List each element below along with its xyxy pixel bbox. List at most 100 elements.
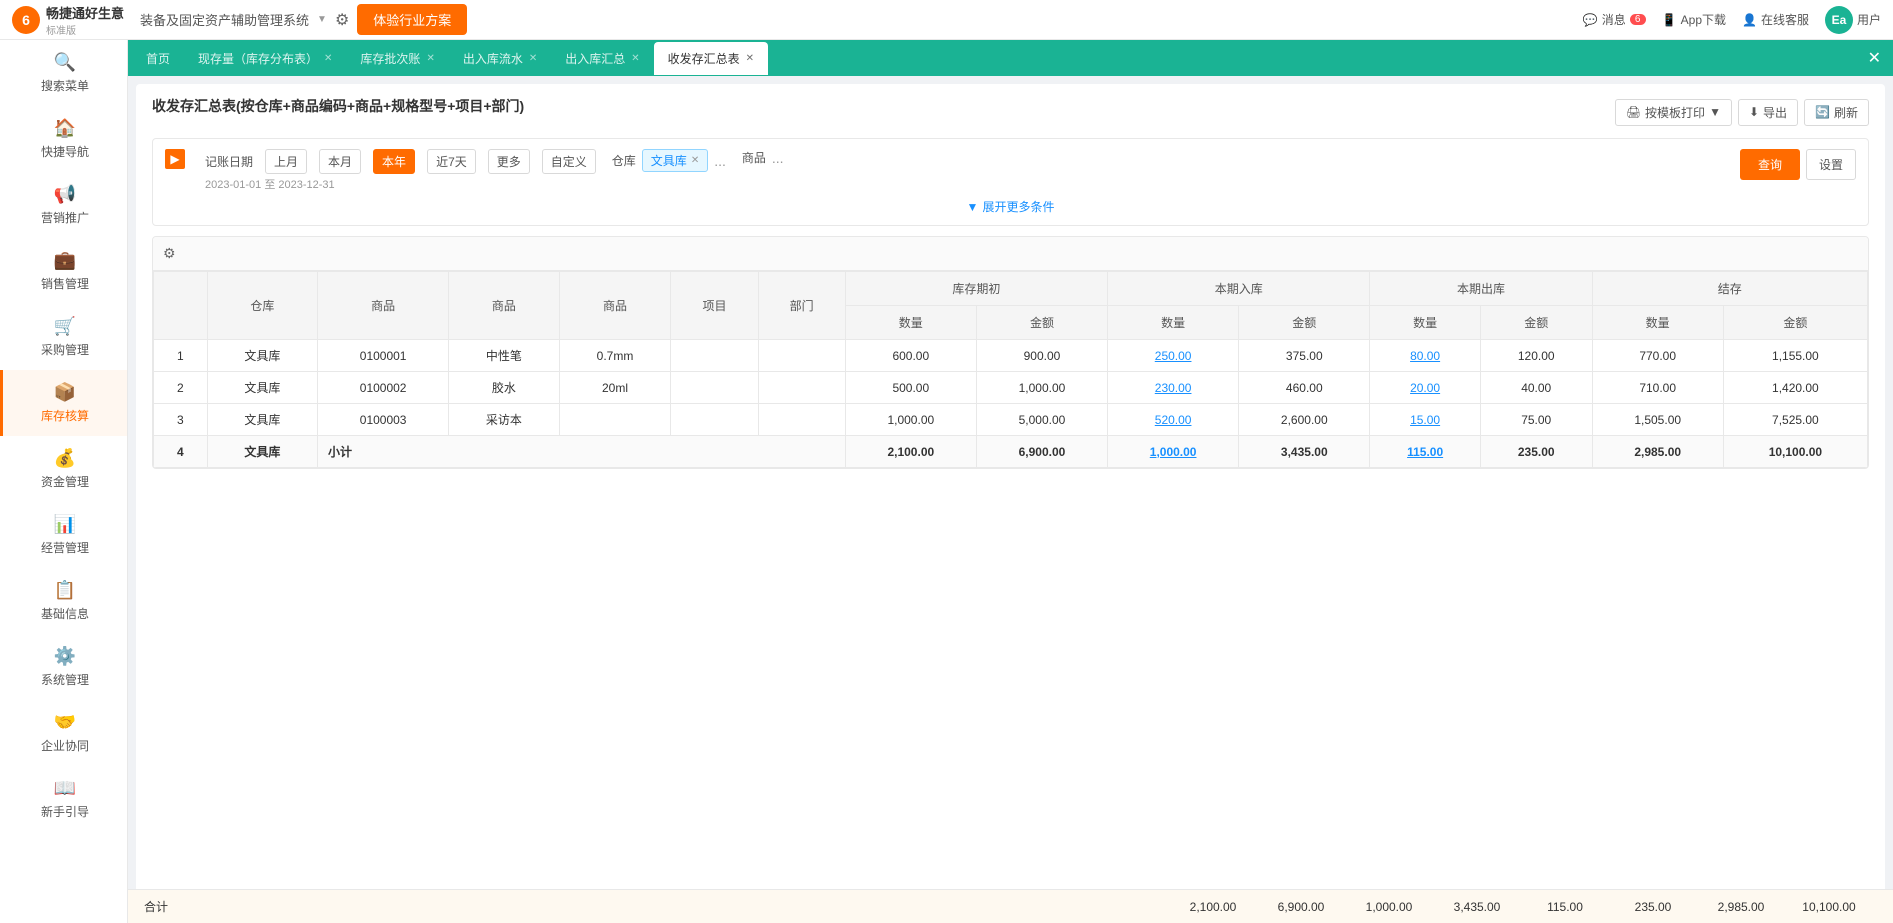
- sidebar-item-guide[interactable]: 📖 新手引导: [0, 766, 127, 832]
- total-label: 合计: [144, 898, 168, 915]
- message-action[interactable]: 💬 消息 6: [1583, 11, 1646, 28]
- data-table: 仓库 商品 商品 商品 项目 部门 库存期初 本期入库 本期出库 结存: [153, 271, 1868, 468]
- content-area: 首页 现存量（库存分布表） ✕ 库存批次账 ✕ 出入库流水 ✕ 出入库汇总 ✕: [128, 40, 1893, 923]
- tab-batch-close[interactable]: ✕: [426, 53, 434, 64]
- phone-icon: 📱: [1662, 13, 1677, 27]
- row3-out-amt: 75.00: [1480, 404, 1592, 436]
- date-curr-month[interactable]: 本月: [319, 149, 361, 174]
- row2-bal-qty: 710.00: [1592, 372, 1723, 404]
- date-custom[interactable]: 自定义: [542, 149, 596, 174]
- row3-out-qty[interactable]: 15.00: [1370, 404, 1480, 436]
- sidebar-item-quick-nav[interactable]: 🏠 快捷导航: [0, 106, 127, 172]
- th-init-stock: 库存期初: [845, 272, 1107, 306]
- warehouse-tag: 文具库 ✕: [642, 149, 708, 172]
- total-init-qty: 2,100.00: [1173, 900, 1253, 914]
- tab-bar-close[interactable]: ✕: [1860, 48, 1889, 68]
- settings-icon[interactable]: ⚙: [335, 10, 349, 30]
- user-abbr: Ea: [1832, 13, 1847, 27]
- total-in-qty: 1,000.00: [1349, 900, 1429, 914]
- tab-stock-dist[interactable]: 现存量（库存分布表） ✕: [184, 42, 346, 75]
- warehouse-tag-close[interactable]: ✕: [691, 155, 699, 166]
- service-icon: 👤: [1742, 13, 1757, 27]
- sidebar-item-inventory[interactable]: 📦 库存核算: [0, 370, 127, 436]
- filter-settings-button[interactable]: 设置: [1806, 149, 1856, 180]
- tab-inout-flow-close[interactable]: ✕: [529, 53, 537, 64]
- sidebar-item-enterprise[interactable]: 🤝 企业协同: [0, 700, 127, 766]
- tab-batch-label: 库存批次账: [360, 50, 420, 67]
- th-code: 商品: [318, 272, 449, 340]
- date-more[interactable]: 更多: [488, 149, 530, 174]
- tab-inout-flow[interactable]: 出入库流水 ✕: [449, 42, 551, 75]
- table-row: 2 文具库 0100002 胶水 20ml 500.00 1,000.00 23…: [154, 372, 1868, 404]
- goods-filter-dots[interactable]: ...: [772, 150, 784, 166]
- sidebar-item-marketing[interactable]: 📢 营销推广: [0, 172, 127, 238]
- expand-conditions-btn[interactable]: ▼ 展开更多条件: [967, 198, 1055, 215]
- sidebar-item-sales[interactable]: 💼 销售管理: [0, 238, 127, 304]
- tab-stock-dist-close[interactable]: ✕: [324, 53, 332, 64]
- sidebar-label-inventory: 库存核算: [41, 407, 89, 424]
- row1-in-qty[interactable]: 250.00: [1108, 340, 1239, 372]
- sidebar-item-search[interactable]: 🔍 搜索菜单: [0, 40, 127, 106]
- th-name: 商品: [449, 272, 559, 340]
- sidebar-item-system[interactable]: ⚙️ 系统管理: [0, 634, 127, 700]
- row2-dept: [758, 372, 845, 404]
- tab-batch[interactable]: 库存批次账 ✕: [346, 42, 448, 75]
- refresh-button[interactable]: 🔄 刷新: [1804, 99, 1869, 126]
- query-button[interactable]: 查询: [1740, 149, 1800, 180]
- row3-bal-amt: 7,525.00: [1723, 404, 1867, 436]
- row1-out-qty-link: 80.00: [1410, 349, 1440, 363]
- sidebar-label-guide: 新手引导: [41, 803, 89, 820]
- row2-out-qty[interactable]: 20.00: [1370, 372, 1480, 404]
- row2-name: 胶水: [449, 372, 559, 404]
- row2-in-qty-link: 230.00: [1155, 381, 1192, 395]
- tab-receive-summary[interactable]: 收发存汇总表 ✕: [654, 42, 768, 75]
- row3-in-qty[interactable]: 520.00: [1108, 404, 1239, 436]
- row2-warehouse: 文具库: [207, 372, 317, 404]
- tab-receive-summary-close[interactable]: ✕: [746, 53, 754, 64]
- row1-in-amt: 375.00: [1239, 340, 1370, 372]
- row3-in-amt: 2,600.00: [1239, 404, 1370, 436]
- tab-home[interactable]: 首页: [132, 42, 184, 75]
- sidebar-label-finance: 资金管理: [41, 473, 89, 490]
- online-service-action[interactable]: 👤 在线客服: [1742, 11, 1809, 28]
- warehouse-filter-group: 仓库 文具库 ✕ ...: [612, 149, 726, 172]
- tab-inout-summary-close[interactable]: ✕: [631, 53, 639, 64]
- total-in-amt: 3,435.00: [1437, 900, 1517, 914]
- row2-bal-amt: 1,420.00: [1723, 372, 1867, 404]
- sidebar-item-purchase[interactable]: 🛒 采购管理: [0, 304, 127, 370]
- row3-init-qty: 1,000.00: [845, 404, 976, 436]
- sidebar-item-operations[interactable]: 📊 经营管理: [0, 502, 127, 568]
- date-curr-year[interactable]: 本年: [373, 149, 415, 174]
- sub-out-qty-link: 115.00: [1407, 445, 1443, 459]
- sidebar-item-finance[interactable]: 💰 资金管理: [0, 436, 127, 502]
- sub-in-qty[interactable]: 1,000.00: [1108, 436, 1239, 468]
- sidebar-item-basic[interactable]: 📋 基础信息: [0, 568, 127, 634]
- warehouse-tag-label: 文具库: [651, 152, 687, 169]
- row2-out-amt: 40.00: [1480, 372, 1592, 404]
- tab-inout-summary-label: 出入库汇总: [565, 50, 625, 67]
- th-balance: 结存: [1592, 272, 1867, 306]
- row1-in-qty-link: 250.00: [1155, 349, 1192, 363]
- export-button[interactable]: ⬇ 导出: [1738, 99, 1798, 126]
- row2-in-qty[interactable]: 230.00: [1108, 372, 1239, 404]
- user-action[interactable]: Ea 用户: [1825, 6, 1881, 34]
- print-button[interactable]: 🖨 按模板打印 ▼: [1615, 99, 1732, 126]
- sidebar-label-quick-nav: 快捷导航: [41, 143, 89, 160]
- system-icon: ⚙️: [54, 646, 76, 667]
- trial-button[interactable]: 体验行业方案: [357, 4, 467, 35]
- refresh-label: 刷新: [1834, 104, 1858, 121]
- system-title-dropdown[interactable]: ▼: [317, 14, 327, 25]
- date-prev-month[interactable]: 上月: [265, 149, 307, 174]
- row2-init-qty: 500.00: [845, 372, 976, 404]
- row1-spec: 0.7mm: [559, 340, 671, 372]
- row1-out-qty[interactable]: 80.00: [1370, 340, 1480, 372]
- date-7days[interactable]: 近7天: [427, 149, 476, 174]
- sub-out-qty[interactable]: 115.00: [1370, 436, 1480, 468]
- table-settings-gear[interactable]: ⚙: [163, 245, 176, 262]
- app-download-action[interactable]: 📱 App下载: [1662, 11, 1726, 28]
- filter-expand-icon[interactable]: ▶: [165, 149, 185, 169]
- sidebar-label-operations: 经营管理: [41, 539, 89, 556]
- expand-row: ▼ 展开更多条件: [165, 198, 1856, 215]
- warehouse-filter-dots[interactable]: ...: [714, 153, 726, 169]
- tab-inout-summary[interactable]: 出入库汇总 ✕: [551, 42, 653, 75]
